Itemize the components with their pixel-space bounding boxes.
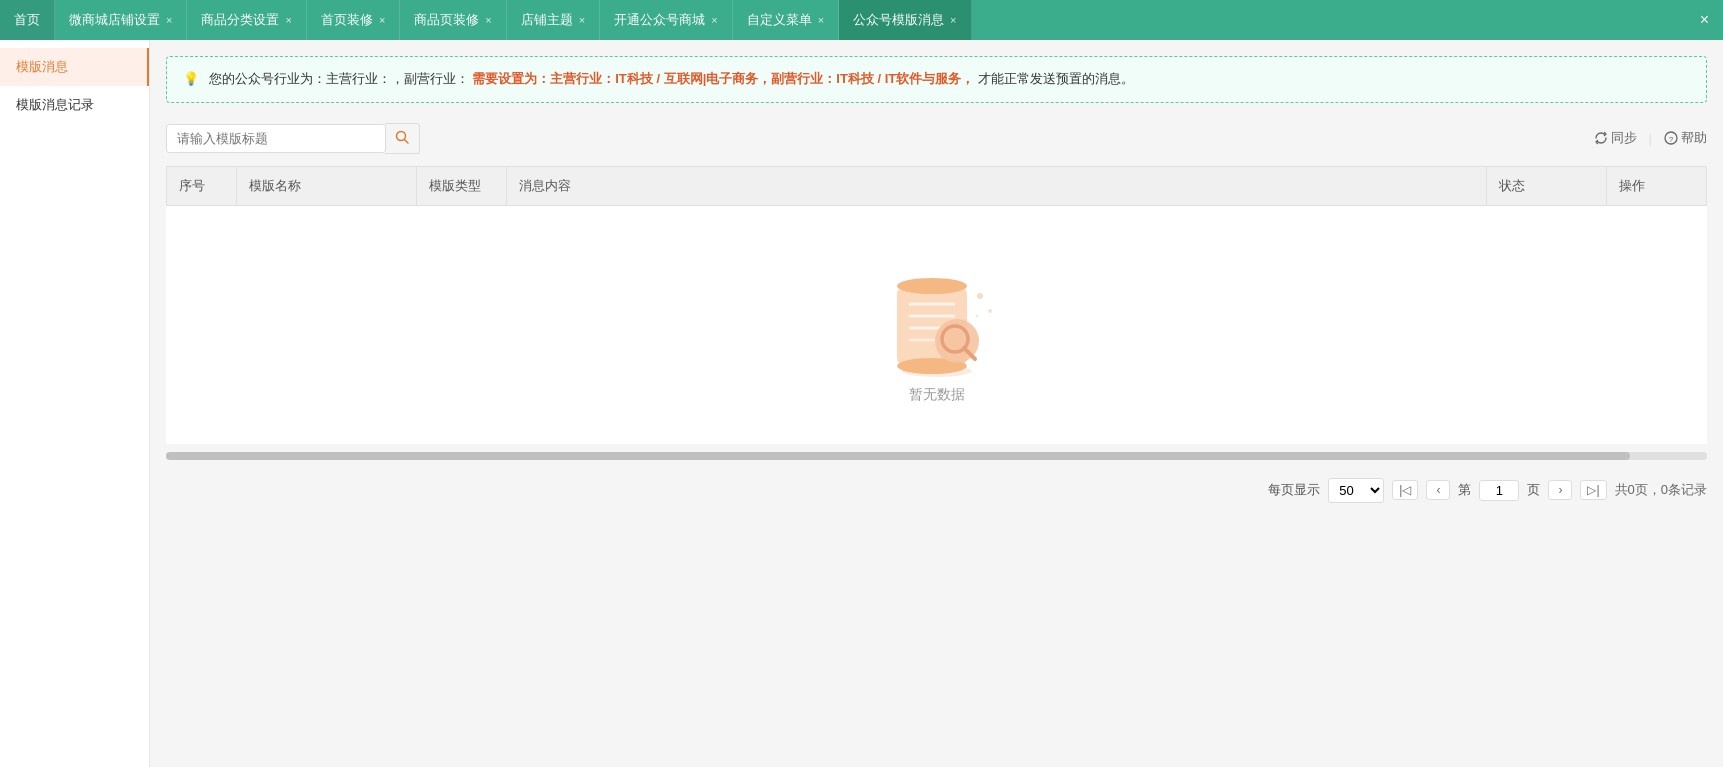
- tab-custom-menu[interactable]: 自定义菜单 ×: [733, 0, 839, 40]
- search-input[interactable]: [166, 124, 386, 153]
- col-header-name: 模版名称: [237, 166, 417, 205]
- pagination: 每页显示 50 10 20 100 |◁ ‹ 第 页 › ▷| 共0页，0条记录: [166, 468, 1707, 513]
- help-icon: ?: [1664, 131, 1678, 145]
- tab-product-decor[interactable]: 商品页装修 ×: [400, 0, 506, 40]
- close-store-theme[interactable]: ×: [579, 14, 585, 26]
- tab-template-msg[interactable]: 公众号模版消息 ×: [839, 0, 971, 40]
- tab-wsc-settings[interactable]: 微商城店铺设置 ×: [55, 0, 187, 40]
- col-header-type: 模版类型: [417, 166, 507, 205]
- search-icon: [395, 130, 409, 144]
- tab-custom-menu-label: 自定义菜单: [747, 11, 812, 29]
- notice-icon: 💡: [183, 71, 199, 86]
- tab-category-settings-label: 商品分类设置: [201, 11, 279, 29]
- tab-store-theme[interactable]: 店铺主题 ×: [507, 0, 600, 40]
- page-prefix-label: 第: [1458, 481, 1471, 499]
- prev-page-button[interactable]: ‹: [1426, 480, 1450, 500]
- prev-page-icon: ‹: [1436, 483, 1440, 497]
- close-open-mall[interactable]: ×: [711, 14, 717, 26]
- svg-point-15: [977, 293, 983, 299]
- col-header-action: 操作: [1607, 166, 1707, 205]
- page-number-input[interactable]: [1479, 480, 1519, 501]
- sidebar-item-template-msg-log[interactable]: 模版消息记录: [0, 86, 149, 124]
- first-page-button[interactable]: |◁: [1392, 480, 1418, 500]
- close-custom-menu[interactable]: ×: [818, 14, 824, 26]
- toolbar-right: 同步 | ? 帮助: [1594, 129, 1707, 147]
- tab-home-label: 首页: [14, 11, 40, 29]
- tab-open-mall-label: 开通公众号商城: [614, 11, 705, 29]
- notice-box: 💡 您的公众号行业为：主营行业：，副营行业： 需要设置为：主营行业：IT科技 /…: [166, 56, 1707, 103]
- tab-homepage-decor[interactable]: 首页装修 ×: [307, 0, 400, 40]
- last-page-button[interactable]: ▷|: [1580, 480, 1606, 500]
- notice-text-before: 您的公众号行业为：主营行业：，副营行业：: [209, 71, 469, 86]
- main-layout: 模版消息 模版消息记录 💡 您的公众号行业为：主营行业：，副营行业： 需要设置为…: [0, 40, 1723, 767]
- svg-point-17: [975, 314, 978, 317]
- total-info: 共0页，0条记录: [1615, 481, 1707, 499]
- table-empty-row: 暂无数据: [167, 205, 1707, 444]
- sidebar: 模版消息 模版消息记录: [0, 40, 150, 767]
- help-button[interactable]: ? 帮助: [1664, 129, 1707, 147]
- sync-button[interactable]: 同步: [1594, 129, 1637, 147]
- tab-open-mall[interactable]: 开通公众号商城 ×: [600, 0, 732, 40]
- scrollbar-thumb[interactable]: [166, 452, 1630, 460]
- empty-state: 暂无数据: [167, 206, 1707, 444]
- close-all-tabs-button[interactable]: ×: [1686, 11, 1723, 29]
- last-page-icon: ▷|: [1587, 483, 1599, 497]
- svg-text:?: ?: [1669, 135, 1674, 144]
- search-bar: 同步 | ? 帮助: [166, 123, 1707, 154]
- horizontal-scrollbar[interactable]: [166, 452, 1707, 460]
- svg-point-16: [988, 309, 992, 313]
- sidebar-item-template-msg-log-label: 模版消息记录: [16, 97, 94, 112]
- data-table: 序号 模版名称 模版类型 消息内容 状态 操作: [166, 166, 1707, 444]
- main-content: 💡 您的公众号行业为：主营行业：，副营行业： 需要设置为：主营行业：IT科技 /…: [150, 40, 1723, 767]
- sidebar-item-template-msg[interactable]: 模版消息: [0, 48, 149, 86]
- page-size-label: 每页显示: [1268, 481, 1320, 499]
- col-header-status: 状态: [1487, 166, 1607, 205]
- tab-wsc-settings-label: 微商城店铺设置: [69, 11, 160, 29]
- help-label: 帮助: [1681, 129, 1707, 147]
- notice-text-after: 才能正常发送预置的消息。: [978, 71, 1134, 86]
- col-header-seq: 序号: [167, 166, 237, 205]
- tab-template-msg-label: 公众号模版消息: [853, 11, 944, 29]
- first-page-icon: |◁: [1399, 483, 1411, 497]
- close-homepage-decor[interactable]: ×: [379, 14, 385, 26]
- close-wsc-settings[interactable]: ×: [166, 14, 172, 26]
- toolbar-divider: |: [1649, 131, 1652, 146]
- col-header-content: 消息内容: [507, 166, 1487, 205]
- next-page-icon: ›: [1558, 483, 1562, 497]
- close-template-msg[interactable]: ×: [950, 14, 956, 26]
- page-suffix-label: 页: [1527, 481, 1540, 499]
- page-size-select[interactable]: 50 10 20 100: [1328, 478, 1384, 503]
- svg-point-6: [897, 278, 967, 294]
- sync-icon: [1594, 131, 1608, 145]
- tab-product-decor-label: 商品页装修: [414, 11, 479, 29]
- tab-category-settings[interactable]: 商品分类设置 ×: [187, 0, 306, 40]
- empty-text: 暂无数据: [167, 386, 1707, 404]
- tab-store-theme-label: 店铺主题: [521, 11, 573, 29]
- next-page-button[interactable]: ›: [1548, 480, 1572, 500]
- sync-label: 同步: [1611, 129, 1637, 147]
- tab-home[interactable]: 首页: [0, 0, 55, 40]
- notice-highlight-text: 需要设置为：主营行业：IT科技 / 互联网|电子商务，副营行业：IT科技 / I…: [472, 71, 974, 86]
- tab-homepage-decor-label: 首页装修: [321, 11, 373, 29]
- close-category-settings[interactable]: ×: [285, 14, 291, 26]
- svg-line-1: [405, 139, 409, 143]
- top-nav-bar: 首页 微商城店铺设置 × 商品分类设置 × 首页装修 × 商品页装修 × 店铺主…: [0, 0, 1723, 40]
- close-product-decor[interactable]: ×: [485, 14, 491, 26]
- table-header-row: 序号 模版名称 模版类型 消息内容 状态 操作: [167, 166, 1707, 205]
- empty-illustration: [872, 266, 1002, 386]
- search-button[interactable]: [385, 123, 420, 154]
- sidebar-item-template-msg-label: 模版消息: [16, 59, 68, 74]
